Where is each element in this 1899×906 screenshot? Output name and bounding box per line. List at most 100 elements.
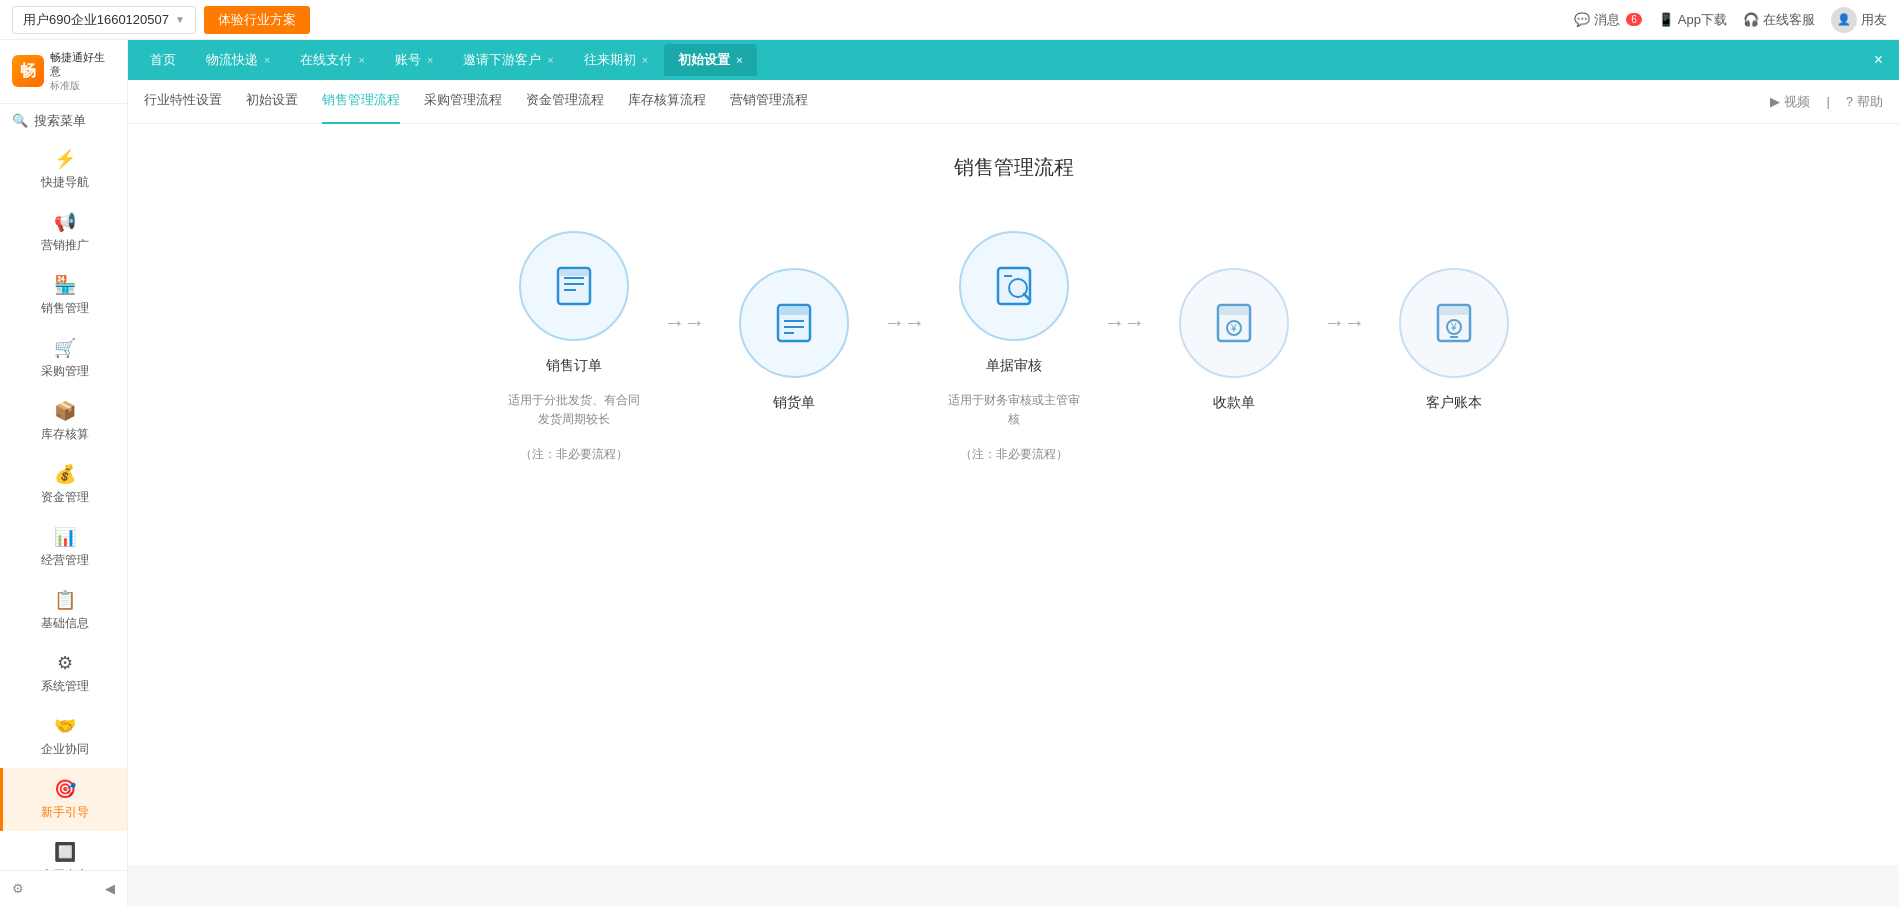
tab-logistics[interactable]: 物流快递 × xyxy=(192,44,284,76)
sidebar-item-inventory[interactable]: 📦 库存核算 xyxy=(0,390,127,453)
app-label: App下载 xyxy=(1678,11,1727,29)
close-icon[interactable]: × xyxy=(264,54,270,66)
sidebar-item-app-center[interactable]: 🔲 应用中心 xyxy=(0,831,127,870)
sub-tab-sales-flow[interactable]: 销售管理流程 xyxy=(322,80,400,124)
sales-icon: 🏪 xyxy=(54,274,76,296)
sidebar-item-label: 系统管理 xyxy=(41,678,89,695)
flow-step-customer-account[interactable]: ¥ 客户账本 xyxy=(1364,268,1544,428)
close-all-tabs[interactable]: × xyxy=(1866,51,1891,69)
svg-rect-4 xyxy=(560,270,588,276)
sub-tab-init-label: 初始设置 xyxy=(246,91,298,109)
help-icon: ? xyxy=(1846,94,1853,109)
username-label: 用友 xyxy=(1861,11,1887,29)
sidebar-item-label: 库存核算 xyxy=(41,426,89,443)
sub-tab-inventory-flow[interactable]: 库存核算流程 xyxy=(628,80,706,124)
sidebar-item-label: 基础信息 xyxy=(41,615,89,632)
close-icon[interactable]: × xyxy=(736,54,742,66)
message-item[interactable]: 💬 消息 6 xyxy=(1574,11,1642,29)
search-label: 搜索菜单 xyxy=(34,112,86,130)
sub-tab-marketing-flow[interactable]: 营销管理流程 xyxy=(730,80,808,124)
quick-icon: ⚡ xyxy=(54,148,76,170)
tab-init-settings[interactable]: 初始设置 × xyxy=(664,44,756,76)
sub-tabs-actions: ▶ 视频 | ? 帮助 xyxy=(1770,93,1883,111)
flow-diagram: 销售订单 适用于分批发货、有合同发货周期较长 （注：非必要流程） →→ xyxy=(168,231,1859,465)
tab-period-label: 往来期初 xyxy=(584,51,636,69)
user-profile[interactable]: 👤 用友 xyxy=(1831,7,1887,33)
collapse-icon[interactable]: ◀ xyxy=(105,881,115,896)
service-label: 在线客服 xyxy=(1763,11,1815,29)
sidebar-search[interactable]: 🔍 搜索菜单 xyxy=(0,104,127,138)
video-label: 视频 xyxy=(1784,93,1810,111)
close-icon[interactable]: × xyxy=(547,54,553,66)
sidebar-item-label: 销售管理 xyxy=(41,300,89,317)
flow-circle-sales-invoice xyxy=(739,268,849,378)
headset-icon: 🎧 xyxy=(1743,12,1759,27)
flow-name-sales-invoice: 销货单 xyxy=(773,394,815,412)
page-title: 销售管理流程 xyxy=(168,154,1859,181)
search-icon: 🔍 xyxy=(12,113,28,128)
sidebar-item-sales[interactable]: 🏪 销售管理 xyxy=(0,264,127,327)
close-icon[interactable]: × xyxy=(358,54,364,66)
header-left: 用户690企业1660120507 ▼ 体验行业方案 xyxy=(12,6,310,34)
sidebar-item-purchase[interactable]: 🛒 采购管理 xyxy=(0,327,127,390)
sidebar-item-operations[interactable]: 📊 经营管理 xyxy=(0,516,127,579)
sidebar-logo: 畅 畅捷通好生意 标准版 xyxy=(0,40,127,104)
sidebar-item-system[interactable]: ⚙ 系统管理 xyxy=(0,642,127,705)
sub-tab-sales-flow-label: 销售管理流程 xyxy=(322,91,400,109)
user-label: 用户690企业1660120507 xyxy=(23,11,169,29)
close-icon[interactable]: × xyxy=(642,54,648,66)
avatar: 👤 xyxy=(1831,7,1857,33)
sub-tab-industry[interactable]: 行业特性设置 xyxy=(144,80,222,124)
sidebar-item-label: 快捷导航 xyxy=(41,174,89,191)
tab-invite[interactable]: 邀请下游客户 × xyxy=(449,44,567,76)
sidebar-item-newbie[interactable]: 🎯 新手引导 xyxy=(0,768,127,831)
user-selector[interactable]: 用户690企业1660120507 ▼ xyxy=(12,6,196,34)
flow-step-receipt[interactable]: ¥ 收款单 xyxy=(1144,268,1324,428)
tab-logistics-label: 物流快递 xyxy=(206,51,258,69)
flow-step-sales-invoice[interactable]: 销货单 xyxy=(704,268,884,428)
svg-rect-15 xyxy=(1220,307,1248,315)
sidebar-item-label: 资金管理 xyxy=(41,489,89,506)
flow-step-sales-order[interactable]: 销售订单 适用于分批发货、有合同发货周期较长 （注：非必要流程） xyxy=(484,231,664,465)
sub-tab-capital-flow[interactable]: 资金管理流程 xyxy=(526,80,604,124)
sub-tab-init[interactable]: 初始设置 xyxy=(246,80,298,124)
sub-tab-industry-label: 行业特性设置 xyxy=(144,91,222,109)
divider: | xyxy=(1826,94,1829,109)
sidebar-item-label: 采购管理 xyxy=(41,363,89,380)
flow-desc-audit: 适用于财务审核或主管审核 xyxy=(944,391,1084,429)
tab-account[interactable]: 账号 × xyxy=(381,44,447,76)
app-download-item[interactable]: 📱 App下载 xyxy=(1658,11,1727,29)
tab-invite-label: 邀请下游客户 xyxy=(463,51,541,69)
settings-icon[interactable]: ⚙ xyxy=(12,881,24,896)
video-link[interactable]: ▶ 视频 xyxy=(1770,93,1810,111)
sidebar-item-finance[interactable]: 💰 资金管理 xyxy=(0,453,127,516)
sidebar-item-label: 营销推广 xyxy=(41,237,89,254)
purchase-icon: 🛒 xyxy=(54,337,76,359)
sub-tab-purchase-flow[interactable]: 采购管理流程 xyxy=(424,80,502,124)
sidebar-bottom: ⚙ ◀ xyxy=(0,870,127,906)
sidebar: 畅 畅捷通好生意 标准版 🔍 搜索菜单 ⚡ 快捷导航 📢 营销推广 🏪 销售管理… xyxy=(0,40,128,906)
logo-title: 畅捷通好生意 xyxy=(50,50,115,79)
tab-payment[interactable]: 在线支付 × xyxy=(286,44,378,76)
phone-icon: 📱 xyxy=(1658,12,1674,27)
message-badge: 6 xyxy=(1626,13,1642,26)
service-item[interactable]: 🎧 在线客服 xyxy=(1743,11,1815,29)
nav-tabs: 首页 物流快递 × 在线支付 × 账号 × 邀请下游客户 × 往来期初 × 初始… xyxy=(128,40,1899,80)
trial-button[interactable]: 体验行业方案 xyxy=(204,6,310,34)
page-content: 销售管理流程 销售订单 适用于分批发货、有合同 xyxy=(128,124,1899,865)
help-link[interactable]: ? 帮助 xyxy=(1846,93,1883,111)
tab-period[interactable]: 往来期初 × xyxy=(570,44,662,76)
sub-tabs: 行业特性设置 初始设置 销售管理流程 采购管理流程 资金管理流程 库存核算流程 … xyxy=(128,80,1899,124)
sidebar-item-quick[interactable]: ⚡ 快捷导航 xyxy=(0,138,127,201)
flow-arrow-1: →→ xyxy=(664,310,704,336)
close-icon[interactable]: × xyxy=(427,54,433,66)
sidebar-item-enterprise[interactable]: 🤝 企业协同 xyxy=(0,705,127,768)
inventory-icon: 📦 xyxy=(54,400,76,422)
tab-home[interactable]: 首页 xyxy=(136,44,190,76)
sidebar-item-base-info[interactable]: 📋 基础信息 xyxy=(0,579,127,642)
top-header: 用户690企业1660120507 ▼ 体验行业方案 💬 消息 6 📱 App下… xyxy=(0,0,1899,40)
sidebar-item-marketing[interactable]: 📢 营销推广 xyxy=(0,201,127,264)
flow-step-audit[interactable]: 单据审核 适用于财务审核或主管审核 （注：非必要流程） xyxy=(924,231,1104,465)
sub-tab-purchase-flow-label: 采购管理流程 xyxy=(424,91,502,109)
main-wrapper: 首页 物流快递 × 在线支付 × 账号 × 邀请下游客户 × 往来期初 × 初始… xyxy=(128,40,1899,906)
